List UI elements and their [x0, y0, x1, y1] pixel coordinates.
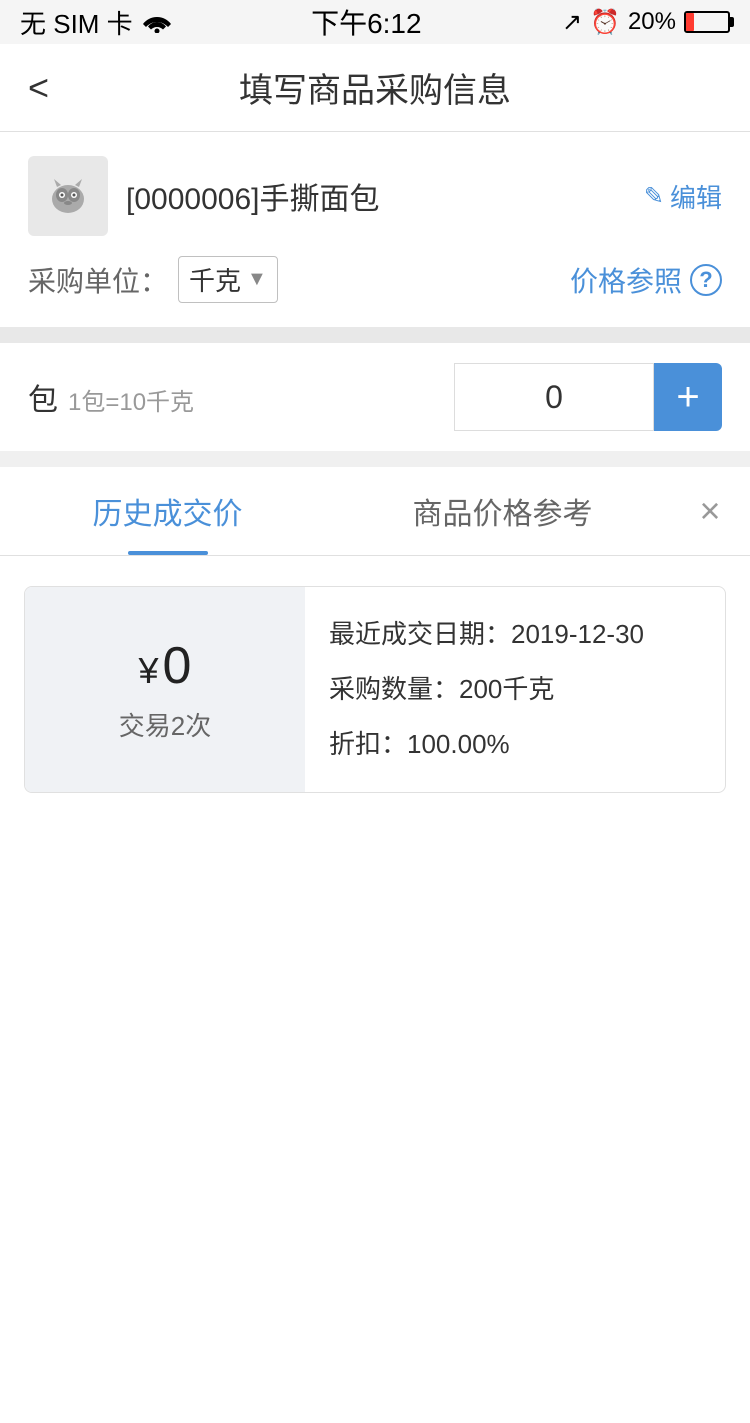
nav-bar: < 填写商品采购信息	[0, 44, 750, 132]
quantity-label: 包 1包=10千克	[28, 375, 194, 419]
unit-select[interactable]: 千克 ▼	[178, 256, 278, 303]
price-ref-label: 价格参照	[570, 260, 682, 300]
edit-icon: ✎	[644, 182, 664, 211]
status-bar: 无 SIM 卡 下午6:12 ↗ ⏰ 20%	[0, 0, 750, 44]
battery-pct: 20%	[628, 8, 676, 36]
product-id: [0000006]	[126, 183, 259, 216]
tab-history-price[interactable]: 历史成交价	[0, 467, 335, 555]
product-title: 手撕面包	[259, 183, 379, 216]
currency-symbol: ¥	[139, 650, 159, 691]
qty-label: 采购数量：	[329, 674, 459, 704]
price-ref-button[interactable]: 价格参照 ?	[570, 260, 722, 300]
detail-qty-row: 采购数量：200千克	[329, 670, 701, 709]
date-value: 2019-12-30	[511, 619, 644, 649]
detail-discount-row: 折扣：100.00%	[329, 725, 701, 764]
product-thumbnail	[28, 156, 108, 236]
unit-label-text: 采购单位：	[28, 260, 168, 300]
panel-content: ¥0 交易2次 最近成交日期：2019-12-30 采购数量：200千克 折扣：…	[0, 556, 750, 823]
trade-count: 交易2次	[119, 706, 211, 743]
quantity-controls: +	[454, 363, 722, 431]
status-time: 下午6:12	[311, 2, 422, 42]
tab-product-price-ref[interactable]: 商品价格参考	[335, 467, 670, 555]
bottom-background	[0, 823, 750, 1423]
edit-button[interactable]: ✎ 编辑	[644, 178, 722, 215]
status-right-icons: ↗ ⏰ 20%	[562, 8, 730, 37]
chevron-down-icon: ▼	[247, 268, 267, 291]
product-name: [0000006]手撕面包	[126, 174, 379, 218]
product-unit-row: 采购单位： 千克 ▼ 价格参照 ?	[28, 256, 722, 303]
tab-history-price-label: 历史成交价	[93, 489, 243, 533]
section-divider	[0, 327, 750, 343]
battery-icon	[684, 11, 730, 33]
product-card: [0000006]手撕面包 ✎ 编辑 采购单位： 千克 ▼ 价格参照 ?	[0, 132, 750, 327]
unit-value: 千克	[189, 261, 241, 298]
status-carrier: 无 SIM 卡	[20, 4, 171, 41]
product-logo-icon	[43, 171, 93, 221]
tab-product-price-ref-label: 商品价格参考	[413, 489, 593, 533]
page-title: 填写商品采购信息	[239, 63, 511, 112]
history-price: ¥0	[139, 636, 192, 696]
product-left: [0000006]手撕面包	[28, 156, 379, 236]
price-ref-info-icon: ?	[690, 264, 722, 296]
qty-value: 200千克	[459, 674, 554, 704]
alarm-icon: ⏰	[590, 8, 620, 37]
panel-close-button[interactable]: ×	[670, 467, 750, 555]
edit-label: 编辑	[670, 178, 722, 215]
quantity-input[interactable]	[454, 363, 654, 431]
price-value: 0	[163, 637, 192, 695]
quantity-row: 包 1包=10千克 +	[0, 343, 750, 451]
wifi-icon	[143, 11, 171, 33]
back-button[interactable]: <	[28, 67, 49, 109]
quantity-conversion: 1包=10千克	[68, 382, 194, 417]
date-label: 最近成交日期：	[329, 619, 511, 649]
quantity-unit: 包	[28, 375, 58, 419]
location-icon: ↗	[562, 8, 582, 37]
quantity-plus-button[interactable]: +	[654, 363, 722, 431]
history-card-right: 最近成交日期：2019-12-30 采购数量：200千克 折扣：100.00%	[305, 587, 725, 792]
history-card: ¥0 交易2次 最近成交日期：2019-12-30 采购数量：200千克 折扣：…	[24, 586, 726, 793]
history-card-left: ¥0 交易2次	[25, 587, 305, 792]
carrier-text: 无 SIM 卡	[20, 4, 133, 41]
discount-label: 折扣：	[329, 729, 407, 759]
panel-tabs: 历史成交价 商品价格参考 ×	[0, 467, 750, 556]
unit-label: 采购单位： 千克 ▼	[28, 256, 278, 303]
product-header: [0000006]手撕面包 ✎ 编辑	[28, 156, 722, 236]
price-panel: 历史成交价 商品价格参考 × ¥0 交易2次 最近成交日期：2019-12-30…	[0, 467, 750, 823]
detail-date-row: 最近成交日期：2019-12-30	[329, 615, 701, 654]
discount-value: 100.00%	[407, 729, 510, 759]
